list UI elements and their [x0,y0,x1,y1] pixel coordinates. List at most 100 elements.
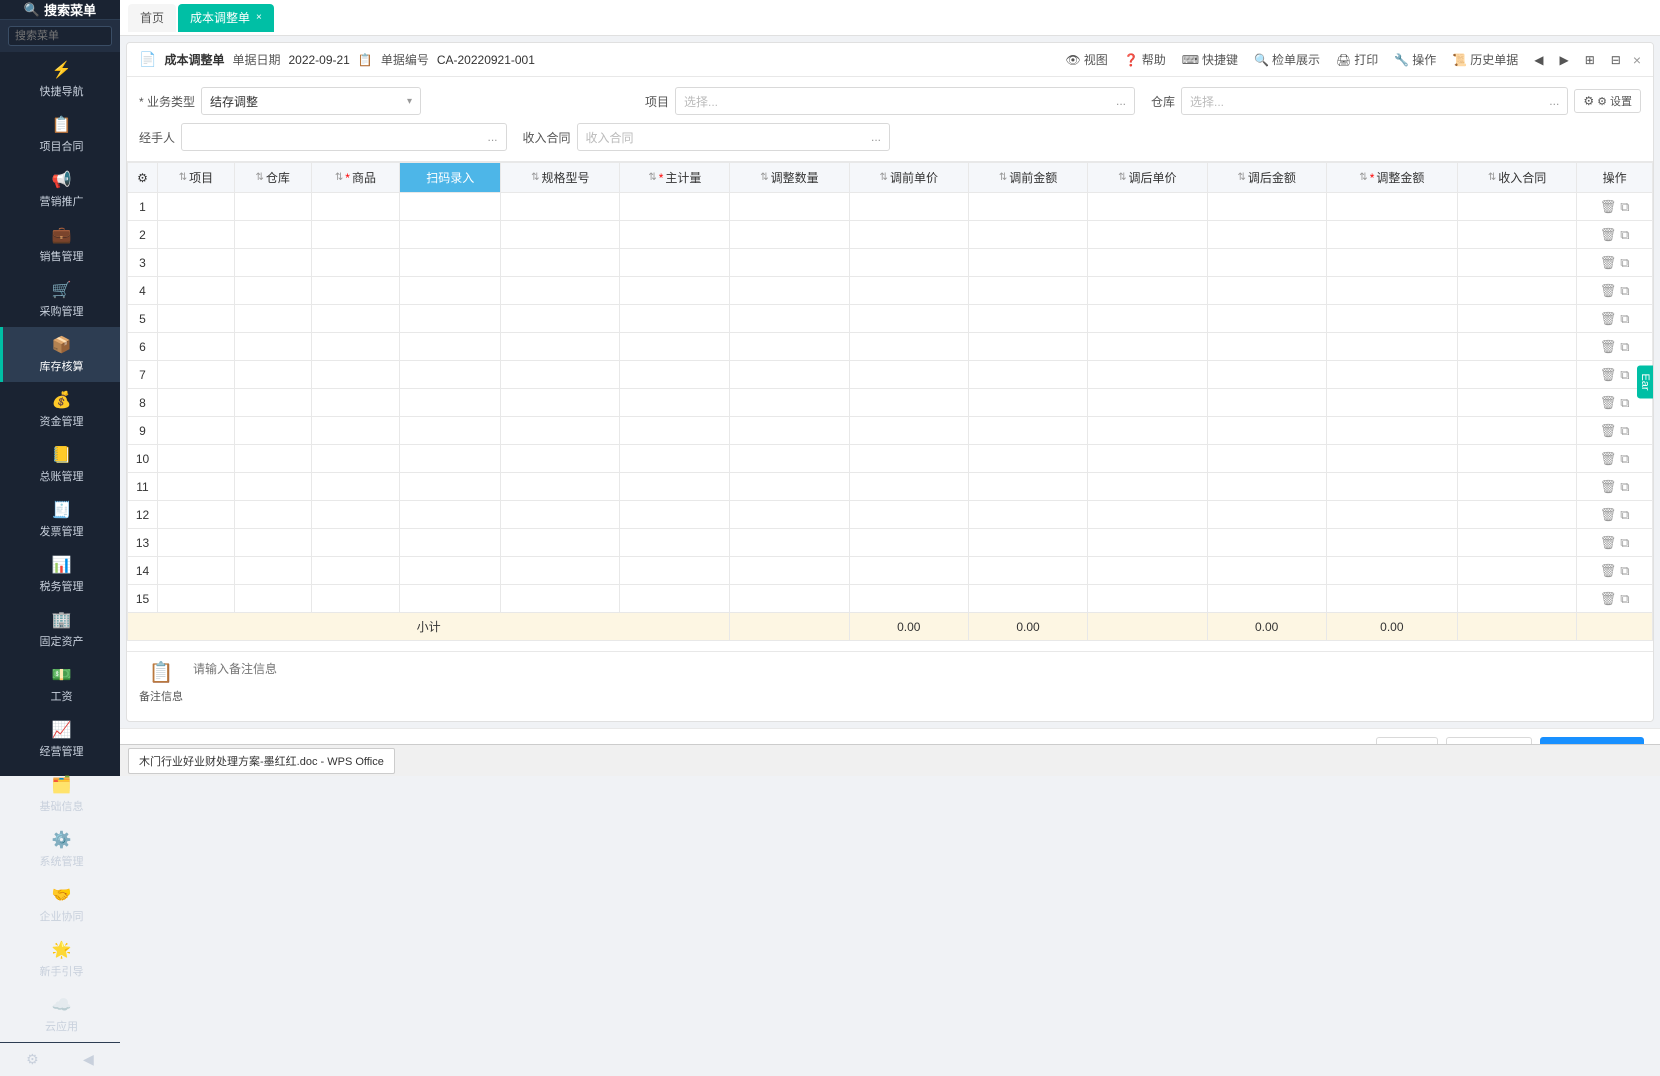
th-scan[interactable]: 扫码录入 [400,163,501,193]
delete-icon[interactable]: 🗑 [1600,227,1617,243]
settings-icon[interactable]: ⚙ [26,1051,39,1068]
ops-btn[interactable]: 🔧 操作 [1390,49,1440,70]
cell-adj-qty[interactable] [730,361,849,389]
cell-adj-amount[interactable] [1326,277,1457,305]
copy-icon[interactable]: ⧉ [1620,423,1629,439]
taskbar-wps-item[interactable]: 木门行业好业财处理方案-墨红红.doc - WPS Office [128,748,395,774]
cell-unit[interactable] [620,249,730,277]
review-btn[interactable]: 🔍 检单展示 [1250,49,1324,70]
copy-icon[interactable]: ⧉ [1620,367,1629,383]
cell-adj-qty[interactable] [730,277,849,305]
cell-adj-amount[interactable] [1326,193,1457,221]
cell-pre-price[interactable] [849,249,968,277]
cell-post-price[interactable] [1088,361,1207,389]
side-tab[interactable]: Ear [1637,365,1653,398]
cell-unit[interactable] [620,417,730,445]
cell-adj-amount[interactable] [1326,557,1457,585]
cell-adj-qty[interactable] [730,473,849,501]
cell-pre-price[interactable] [849,473,968,501]
copy-icon[interactable]: ⧉ [1620,339,1629,355]
cell-pre-price[interactable] [849,389,968,417]
delete-icon[interactable]: 🗑 [1600,535,1617,551]
cell-spec[interactable] [501,389,620,417]
delete-icon[interactable]: 🗑 [1600,563,1617,579]
cell-post-amount[interactable] [1207,445,1326,473]
cell-income-contract[interactable] [1457,557,1576,585]
cell-adj-qty[interactable] [730,389,849,417]
cell-unit[interactable] [620,557,730,585]
delete-icon[interactable]: 🗑 [1600,199,1617,215]
cell-scan[interactable] [400,221,501,249]
cell-unit[interactable] [620,361,730,389]
cell-unit[interactable] [620,445,730,473]
cell-adj-qty[interactable] [730,529,849,557]
cell-adj-amount[interactable] [1326,305,1457,333]
sidebar-item-quick-nav[interactable]: ⚡快捷导航 [0,52,120,107]
cell-pre-price[interactable] [849,529,968,557]
expand1-btn[interactable]: ⊞ [1581,51,1599,69]
sidebar-item-ledger[interactable]: 📒总账管理 [0,437,120,492]
warehouse-input[interactable]: 选择... ... [1181,87,1568,115]
cell-pre-amount[interactable] [968,277,1087,305]
copy-icon[interactable]: ⧉ [1620,283,1629,299]
sidebar-item-invoice[interactable]: 🧾发票管理 [0,492,120,547]
cell-adj-qty[interactable] [730,249,849,277]
cell-goods[interactable] [311,277,400,305]
copy-icon[interactable]: ⧉ [1620,227,1629,243]
cell-income-contract[interactable] [1457,473,1576,501]
cell-scan[interactable] [400,557,501,585]
cell-goods[interactable] [311,501,400,529]
cell-pre-amount[interactable] [968,557,1087,585]
cell-warehouse[interactable] [234,249,311,277]
cell-adj-qty[interactable] [730,333,849,361]
cell-goods[interactable] [311,389,400,417]
cell-warehouse[interactable] [234,557,311,585]
copy-icon[interactable]: ⧉ [1620,311,1629,327]
delete-icon[interactable]: 🗑 [1600,367,1617,383]
cell-income-contract[interactable] [1457,529,1576,557]
cell-adj-qty[interactable] [730,585,849,613]
cell-pre-amount[interactable] [968,585,1087,613]
cell-post-amount[interactable] [1207,249,1326,277]
cell-warehouse[interactable] [234,277,311,305]
delete-icon[interactable]: 🗑 [1600,507,1617,523]
cell-spec[interactable] [501,529,620,557]
cell-post-price[interactable] [1088,277,1207,305]
cell-project[interactable] [158,305,235,333]
cell-pre-amount[interactable] [968,361,1087,389]
cell-scan[interactable] [400,529,501,557]
cell-adj-qty[interactable] [730,501,849,529]
cell-pre-amount[interactable] [968,417,1087,445]
sidebar-item-purchase-mgmt[interactable]: 🛒采购管理 [0,272,120,327]
close-button[interactable]: × [1633,52,1641,68]
cell-warehouse[interactable] [234,585,311,613]
cell-income-contract[interactable] [1457,305,1576,333]
cell-pre-amount[interactable] [968,193,1087,221]
cell-goods[interactable] [311,585,400,613]
cell-post-price[interactable] [1088,557,1207,585]
shortcut-btn[interactable]: ⌨ 快捷键 [1178,49,1242,70]
cell-spec[interactable] [501,445,620,473]
cell-project[interactable] [158,473,235,501]
cell-adj-amount[interactable] [1326,361,1457,389]
cell-unit[interactable] [620,501,730,529]
cell-income-contract[interactable] [1457,361,1576,389]
cell-post-price[interactable] [1088,473,1207,501]
cell-unit[interactable] [620,585,730,613]
cell-post-amount[interactable] [1207,305,1326,333]
cell-adj-amount[interactable] [1326,333,1457,361]
cell-scan[interactable] [400,361,501,389]
cell-pre-amount[interactable] [968,305,1087,333]
cell-adj-amount[interactable] [1326,389,1457,417]
cell-adj-amount[interactable] [1326,501,1457,529]
sidebar-item-tax[interactable]: 📊税务管理 [0,547,120,602]
cell-adj-qty[interactable] [730,557,849,585]
cell-unit[interactable] [620,193,730,221]
cell-spec[interactable] [501,501,620,529]
cell-warehouse[interactable] [234,417,311,445]
cell-goods[interactable] [311,221,400,249]
cell-pre-amount[interactable] [968,501,1087,529]
cell-post-amount[interactable] [1207,585,1326,613]
cell-spec[interactable] [501,361,620,389]
cell-goods[interactable] [311,445,400,473]
